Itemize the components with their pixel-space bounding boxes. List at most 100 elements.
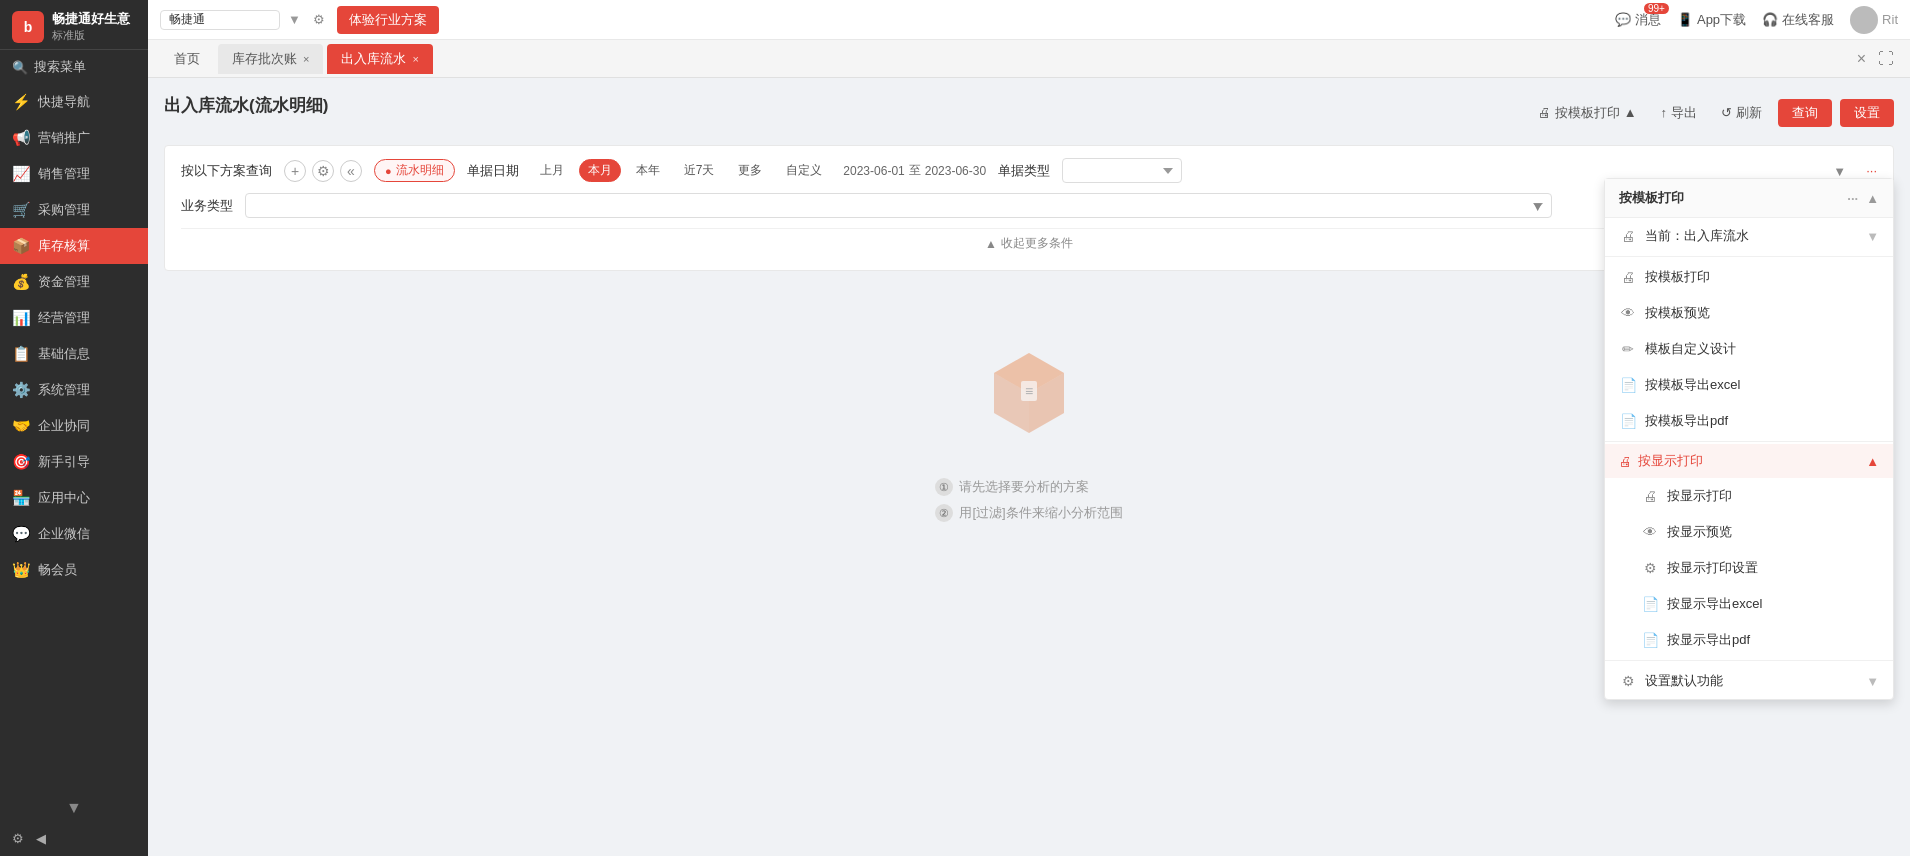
- date-btn-custom[interactable]: 自定义: [777, 159, 831, 182]
- template-design-label: 模板自定义设计: [1645, 340, 1879, 358]
- display-preview-icon: 👁: [1641, 523, 1659, 541]
- sidebar-item-purchase[interactable]: 🛒 采购管理: [0, 192, 148, 228]
- sidebar-item-wechat[interactable]: 💬 企业微信: [0, 516, 148, 552]
- dropdown-display-excel[interactable]: 📄 按显示导出excel: [1605, 586, 1893, 622]
- user-avatar[interactable]: Rit: [1850, 6, 1898, 34]
- refresh-button[interactable]: ↺ 刷新: [1713, 100, 1770, 126]
- filter-collapse-button[interactable]: «: [340, 160, 362, 182]
- online-service-button[interactable]: 🎧 在线客服: [1762, 11, 1834, 29]
- tab-close-button[interactable]: ×: [1853, 48, 1870, 70]
- sidebar-scroll-down[interactable]: ▼: [0, 795, 148, 821]
- settings-button[interactable]: 设置: [1840, 99, 1894, 127]
- dropdown-header-actions: ··· ▲: [1847, 191, 1879, 206]
- filter-tag-flow[interactable]: ● 流水明细: [374, 159, 455, 182]
- filter-add-button[interactable]: +: [284, 160, 306, 182]
- hint-num-1: ①: [935, 478, 953, 496]
- system-icon: ⚙️: [12, 381, 30, 399]
- date-btn-this-year[interactable]: 本年: [627, 159, 669, 182]
- display-section-text: 按显示打印: [1638, 452, 1703, 470]
- date-btn-last-7[interactable]: 近7天: [675, 159, 724, 182]
- doc-type-label: 单据类型: [998, 162, 1050, 180]
- tab-flow-close[interactable]: ×: [412, 53, 418, 65]
- date-range-end: 2023-06-30: [925, 164, 986, 178]
- sidebar-item-guide[interactable]: 🎯 新手引导: [0, 444, 148, 480]
- main-area: ▼ ⚙ 体验行业方案 💬 消息 99+ 📱 App下载 🎧 在线客服 Rit: [148, 0, 1910, 856]
- sidebar-item-quick-nav[interactable]: ⚡ 快捷导航: [0, 84, 148, 120]
- app-download-label: App下载: [1697, 11, 1746, 29]
- dropdown-template-print[interactable]: 🖨 按模板打印: [1605, 259, 1893, 295]
- dropdown-current-label: 当前：出入库流水: [1645, 227, 1858, 245]
- tab-flow-label: 出入库流水: [341, 50, 406, 68]
- dropdown-current-item[interactable]: 🖨 当前：出入库流水 ▼: [1605, 218, 1893, 254]
- industry-solution-button[interactable]: 体验行业方案: [337, 6, 439, 34]
- sidebar-item-corp[interactable]: 🤝 企业协同: [0, 408, 148, 444]
- tab-maximize-button[interactable]: ⛶: [1874, 48, 1898, 70]
- tab-inventory-batch[interactable]: 库存批次账 ×: [218, 44, 323, 74]
- display-settings-label: 按显示打印设置: [1667, 559, 1879, 577]
- tab-flow[interactable]: 出入库流水 ×: [327, 44, 432, 74]
- template-preview-label: 按模板预览: [1645, 304, 1879, 322]
- search-menu[interactable]: 🔍 搜索菜单: [0, 50, 148, 84]
- dropdown-display-print[interactable]: 🖨 按显示打印: [1605, 478, 1893, 514]
- sidebar-settings-icon[interactable]: ⚙: [12, 831, 24, 846]
- dropdown-title: 按模板打印: [1619, 189, 1684, 207]
- business-type-select[interactable]: [245, 193, 1552, 218]
- display-print-label: 按显示打印: [1667, 487, 1879, 505]
- topbar-search-input[interactable]: [160, 10, 280, 30]
- dropdown-header-collapse-icon[interactable]: ▲: [1866, 191, 1879, 206]
- topbar-gear-icon[interactable]: ⚙: [313, 12, 325, 27]
- tab-inventory-batch-close[interactable]: ×: [303, 53, 309, 65]
- dropdown-template-design[interactable]: ✏ 模板自定义设计: [1605, 331, 1893, 367]
- sidebar-item-sales[interactable]: 📈 销售管理: [0, 156, 148, 192]
- sidebar-item-operation[interactable]: 📊 经营管理: [0, 300, 148, 336]
- tab-home[interactable]: 首页: [160, 44, 214, 74]
- display-section-arrow: ▲: [1866, 454, 1879, 469]
- hint-num-2: ②: [935, 504, 953, 522]
- topbar-dropdown-icon[interactable]: ▼: [288, 12, 301, 27]
- sidebar-item-appstore[interactable]: 🏪 应用中心: [0, 480, 148, 516]
- sidebar-item-label: 营销推广: [38, 129, 90, 147]
- print-template-button[interactable]: 🖨 按模板打印 ▲: [1530, 100, 1645, 126]
- app-download-button[interactable]: 📱 App下载: [1677, 11, 1746, 29]
- username-label: Rit: [1882, 12, 1898, 27]
- business-type-label: 业务类型: [181, 197, 233, 215]
- hint-text-2: 用[过滤]条件来缩小分析范围: [959, 504, 1122, 522]
- page-header-row: 出入库流水(流水明细) 🖨 按模板打印 ▲ ↑ 导出 ↺ 刷新 查询 设置: [164, 94, 1894, 131]
- dropdown-template-excel[interactable]: 📄 按模板导出excel: [1605, 367, 1893, 403]
- export-button[interactable]: ↑ 导出: [1653, 100, 1706, 126]
- filter-settings-button[interactable]: ⚙: [312, 160, 334, 182]
- dropdown-display-preview[interactable]: 👁 按显示预览: [1605, 514, 1893, 550]
- dropdown-display-section-header[interactable]: 🖨 按显示打印 ▲: [1605, 444, 1893, 478]
- dropdown-display-pdf[interactable]: 📄 按显示导出pdf: [1605, 622, 1893, 658]
- sidebar-collapse-icon[interactable]: ◀: [36, 831, 46, 846]
- doc-type-select[interactable]: [1062, 158, 1182, 183]
- corp-icon: 🤝: [12, 417, 30, 435]
- message-button[interactable]: 💬 消息 99+: [1615, 11, 1661, 29]
- dropdown-header: 按模板打印 ··· ▲: [1605, 179, 1893, 218]
- page-header-actions: 🖨 按模板打印 ▲ ↑ 导出 ↺ 刷新 查询 设置: [1530, 99, 1894, 127]
- doc-type-more-button[interactable]: ···: [1866, 163, 1877, 178]
- dropdown-template-preview[interactable]: 👁 按模板预览: [1605, 295, 1893, 331]
- dropdown-default-func[interactable]: ⚙ 设置默认功能 ▼: [1605, 663, 1893, 699]
- export-label: 导出: [1671, 104, 1697, 122]
- filter-tag-icon: ●: [385, 165, 392, 177]
- dropdown-dots-icon[interactable]: ···: [1847, 191, 1858, 206]
- sidebar-item-member[interactable]: 👑 畅会员: [0, 552, 148, 588]
- divider-2: [1605, 441, 1893, 442]
- date-btn-this-month[interactable]: 本月: [579, 159, 621, 182]
- date-btn-more[interactable]: 更多: [729, 159, 771, 182]
- quick-nav-icon: ⚡: [12, 93, 30, 111]
- empty-box-svg: ≡: [979, 343, 1079, 443]
- sidebar-item-finance[interactable]: 💰 资金管理: [0, 264, 148, 300]
- sidebar-item-system[interactable]: ⚙️ 系统管理: [0, 372, 148, 408]
- operation-icon: 📊: [12, 309, 30, 327]
- sidebar-item-inventory[interactable]: 📦 库存核算: [0, 228, 148, 264]
- sidebar-item-label: 新手引导: [38, 453, 90, 471]
- sidebar-item-basic[interactable]: 📋 基础信息: [0, 336, 148, 372]
- sidebar-item-label: 资金管理: [38, 273, 90, 291]
- sidebar-item-marketing[interactable]: 📢 营销推广: [0, 120, 148, 156]
- query-button[interactable]: 查询: [1778, 99, 1832, 127]
- date-btn-last-month[interactable]: 上月: [531, 159, 573, 182]
- dropdown-display-settings[interactable]: ⚙ 按显示打印设置: [1605, 550, 1893, 586]
- dropdown-template-pdf[interactable]: 📄 按模板导出pdf: [1605, 403, 1893, 439]
